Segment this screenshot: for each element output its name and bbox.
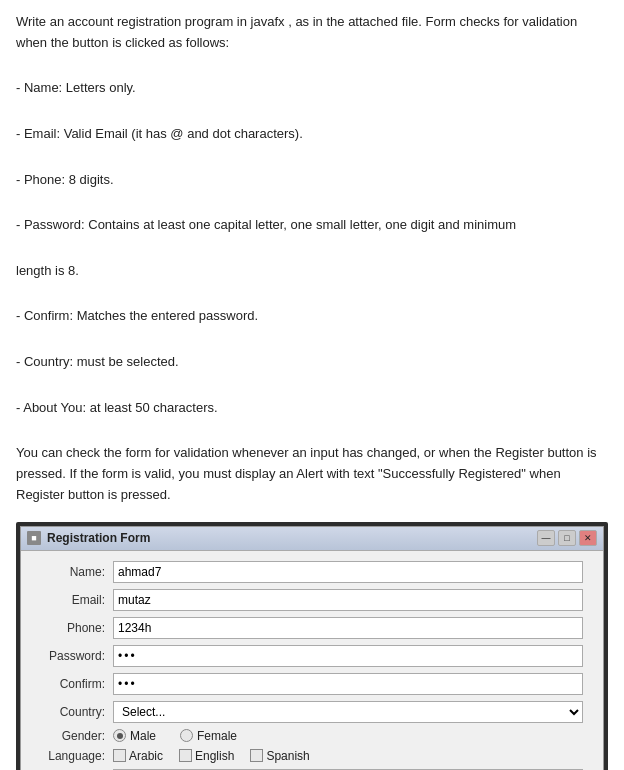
arabic-checkbox[interactable] — [113, 749, 126, 762]
spanish-label: Spanish — [266, 749, 309, 763]
male-label: Male — [130, 729, 156, 743]
country-label: Country: — [41, 705, 113, 719]
spanish-checkbox-group[interactable]: Spanish — [250, 749, 309, 763]
language-options: Arabic English Spanish — [113, 749, 310, 763]
intro-text: Write an account registration program in… — [16, 12, 608, 54]
window-controls: — □ ✕ — [537, 530, 597, 546]
english-checkbox[interactable] — [179, 749, 192, 762]
name-row: Name: — [41, 561, 583, 583]
english-label: English — [195, 749, 234, 763]
female-radio-group[interactable]: Female — [180, 729, 237, 743]
item-confirm: - Confirm: Matches the entered password. — [16, 306, 608, 327]
email-input[interactable] — [113, 589, 583, 611]
confirm-label: Confirm: — [41, 677, 113, 691]
item-phone: - Phone: 8 digits. — [16, 170, 608, 191]
footer-text: You can check the form for validation wh… — [16, 443, 608, 505]
gender-options: Male Female — [113, 729, 237, 743]
minimize-button[interactable]: — — [537, 530, 555, 546]
form-area: Name: Email: Phone: Password: Confirm: — [21, 551, 603, 770]
language-row: Language: Arabic English Spanish — [41, 749, 583, 763]
arabic-label: Arabic — [129, 749, 163, 763]
password-input[interactable] — [113, 645, 583, 667]
password-label: Password: — [41, 649, 113, 663]
item-email: - Email: Valid Email (it has @ and dot c… — [16, 124, 608, 145]
name-input[interactable] — [113, 561, 583, 583]
item-country: - Country: must be selected. — [16, 352, 608, 373]
item-name: - Name: Letters only. — [16, 78, 608, 99]
spanish-checkbox[interactable] — [250, 749, 263, 762]
male-radio-group[interactable]: Male — [113, 729, 156, 743]
phone-input[interactable] — [113, 617, 583, 639]
arabic-checkbox-group[interactable]: Arabic — [113, 749, 163, 763]
item-password: - Password: Contains at least one capita… — [16, 215, 608, 236]
length-line: length is 8. — [16, 261, 608, 282]
window-title: Registration Form — [47, 531, 537, 545]
password-row: Password: — [41, 645, 583, 667]
female-label: Female — [197, 729, 237, 743]
language-label: Language: — [41, 749, 113, 763]
instructions-block: Write an account registration program in… — [16, 12, 608, 506]
confirm-row: Confirm: — [41, 673, 583, 695]
country-row: Country: Select... Jordan USA — [41, 701, 583, 723]
name-label: Name: — [41, 565, 113, 579]
female-radio[interactable] — [180, 729, 193, 742]
restore-button[interactable]: □ — [558, 530, 576, 546]
title-bar: ■ Registration Form — □ ✕ — [21, 527, 603, 551]
window-icon: ■ — [27, 531, 41, 545]
phone-label: Phone: — [41, 621, 113, 635]
close-button[interactable]: ✕ — [579, 530, 597, 546]
email-label: Email: — [41, 593, 113, 607]
english-checkbox-group[interactable]: English — [179, 749, 234, 763]
confirm-input[interactable] — [113, 673, 583, 695]
phone-row: Phone: — [41, 617, 583, 639]
registration-window: ■ Registration Form — □ ✕ Name: Email: P… — [20, 526, 604, 770]
country-select[interactable]: Select... Jordan USA — [113, 701, 583, 723]
gender-row: Gender: Male Female — [41, 729, 583, 743]
male-radio[interactable] — [113, 729, 126, 742]
window-wrapper: ■ Registration Form — □ ✕ Name: Email: P… — [16, 522, 608, 770]
item-about: - About You: at least 50 characters. — [16, 398, 608, 419]
email-row: Email: — [41, 589, 583, 611]
gender-label: Gender: — [41, 729, 113, 743]
